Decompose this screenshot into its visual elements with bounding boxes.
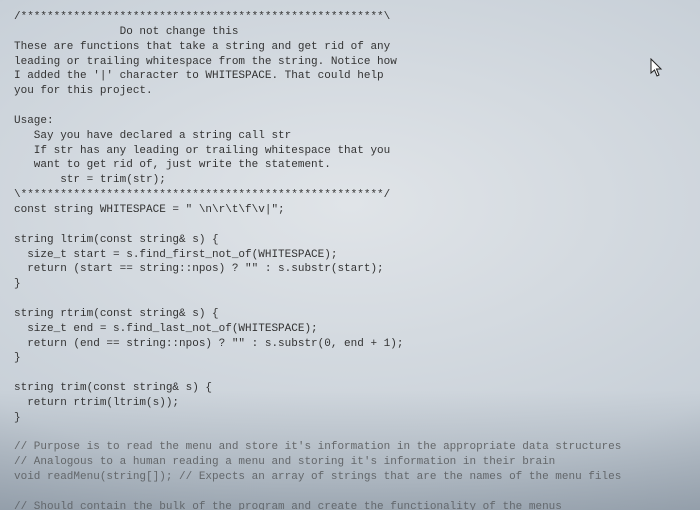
code-line: } — [14, 412, 21, 424]
code-line: void readMenu(string[]); // Expects an a… — [14, 471, 621, 483]
code-line: } — [14, 278, 21, 290]
code-line: // Purpose is to read the menu and store… — [14, 441, 621, 453]
code-line: Say you have declared a string call str — [14, 130, 291, 142]
code-line: } — [14, 352, 21, 364]
code-view: /***************************************… — [0, 0, 700, 510]
code-line: return (start == string::npos) ? "" : s.… — [14, 263, 384, 275]
code-line: Usage: — [14, 115, 54, 127]
code-line: string ltrim(const string& s) { — [14, 234, 219, 246]
code-line: str = trim(str); — [14, 174, 166, 186]
code-line: size_t start = s.find_first_not_of(WHITE… — [14, 249, 337, 261]
code-line: Do not change this — [14, 26, 238, 38]
code-line: return rtrim(ltrim(s)); — [14, 397, 179, 409]
code-line: I added the '|' character to WHITESPACE.… — [14, 70, 384, 82]
code-line: leading or trailing whitespace from the … — [14, 56, 397, 68]
code-line: const string WHITESPACE = " \n\r\t\f\v|"… — [14, 204, 285, 216]
code-line: want to get rid of, just write the state… — [14, 159, 331, 171]
code-line: // Should contain the bulk of the progra… — [14, 501, 562, 510]
code-line: // Analogous to a human reading a menu a… — [14, 456, 555, 468]
code-line: size_t end = s.find_last_not_of(WHITESPA… — [14, 323, 318, 335]
code-line: you for this project. — [14, 85, 153, 97]
code-line: return (end == string::npos) ? "" : s.su… — [14, 338, 403, 350]
code-line: string trim(const string& s) { — [14, 382, 212, 394]
code-line: If str has any leading or trailing white… — [14, 145, 390, 157]
code-line: These are functions that take a string a… — [14, 41, 390, 53]
code-line: /***************************************… — [14, 11, 390, 23]
code-line: \***************************************… — [14, 189, 390, 201]
code-line: string rtrim(const string& s) { — [14, 308, 219, 320]
